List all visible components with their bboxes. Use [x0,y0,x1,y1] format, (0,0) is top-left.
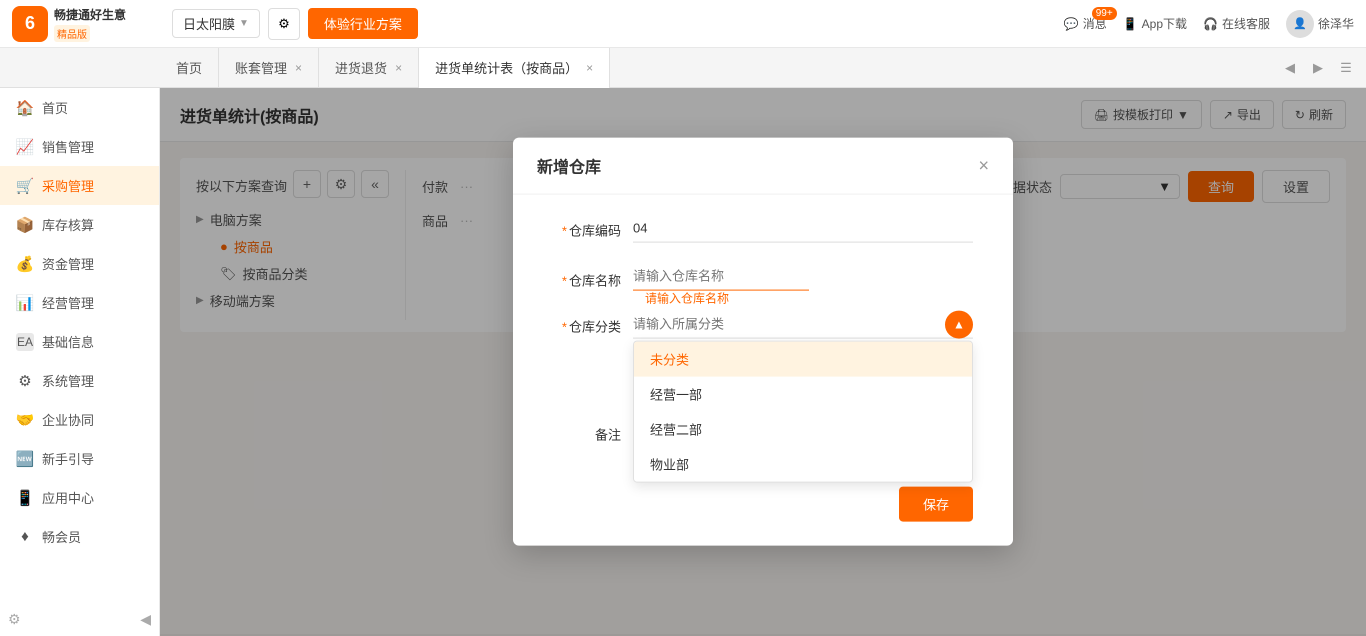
inventory-icon: 📦 [16,216,34,234]
sidebar-item-enterprise[interactable]: 🤝 企业协同 [0,400,159,439]
sidebar-item-purchase[interactable]: 🛒 采购管理 [0,166,159,205]
sidebar-settings-button[interactable]: ⚙ [8,611,21,628]
form-row-name: *仓库名称 请输入仓库名称 [553,263,973,291]
sidebar: 🏠 首页 📈 销售管理 🛒 采购管理 📦 库存核算 💰 资金管理 📊 经营管理 … [0,88,160,636]
gear-icon: ⚙ [278,16,290,32]
category-select-wrap: ▲ 未分类 经营一部 经营二部 物业部 [633,311,973,339]
beginner-icon: 🆕 [16,450,34,468]
user-item[interactable]: 👤 徐泽华 [1286,10,1354,38]
sidebar-item-inventory[interactable]: 📦 库存核算 [0,205,159,244]
app-center-icon: 📱 [16,489,34,507]
logo-icon: 6 [12,6,48,42]
header-right: 💬 消息 99+ 📱 App下载 🎧 在线客服 👤 徐泽华 [1064,10,1354,38]
code-input[interactable] [633,215,973,243]
sales-icon: 📈 [16,138,34,156]
purchase-icon: 🛒 [16,177,34,195]
top-header: 6 畅捷通好生意 精品版 日太阳膜 ▼ ⚙ 体验行业方案 💬 消息 99+ 📱 … [0,0,1366,48]
tab-home[interactable]: 首页 [160,48,219,88]
note-label: 备注 [553,419,633,444]
chevron-down-icon: ▼ [239,18,249,29]
tab-close-purchase-return[interactable]: × [395,61,402,75]
message-item[interactable]: 💬 消息 99+ [1064,15,1107,32]
sidebar-item-system[interactable]: ⚙ 系统管理 [0,361,159,400]
dropdown-item-uncategorized[interactable]: 未分类 [634,342,972,377]
operation-icon: 📊 [16,294,34,312]
sidebar-item-sales[interactable]: 📈 销售管理 [0,127,159,166]
headset-icon: 🎧 [1203,17,1218,31]
content-area: 进货单统计(按商品) 🖨 按模板打印 ▼ ↗ 导出 ↻ 刷新 [160,88,1366,636]
sidebar-expand-button[interactable]: ◀ [140,611,151,628]
tab-next-button[interactable]: ▶ [1306,56,1330,80]
basic-info-icon: EA [16,333,34,351]
name-input[interactable] [633,263,809,291]
dropdown-item-dept3[interactable]: 物业部 [634,447,972,482]
logo-text: 畅捷通好生意 精品版 [54,6,126,42]
main-layout: 🏠 首页 📈 销售管理 🛒 采购管理 📦 库存核算 💰 资金管理 📊 经营管理 … [0,88,1366,636]
sidebar-bottom: ⚙ ◀ [0,603,159,636]
mobile-icon: 📱 [1123,17,1138,31]
modal-title: 新增仓库 [537,154,601,178]
category-dropdown-button[interactable]: ▲ [945,311,973,339]
dropdown-item-dept2[interactable]: 经营二部 [634,412,972,447]
store-selector[interactable]: 日太阳膜 ▼ [172,9,260,38]
finance-icon: 💰 [16,255,34,273]
sidebar-item-app-center[interactable]: 📱 应用中心 [0,478,159,517]
header-middle: 日太阳膜 ▼ ⚙ 体验行业方案 [172,8,1064,40]
message-icon: 💬 [1064,17,1079,31]
sidebar-item-member[interactable]: ♦ 畅会员 [0,517,159,556]
sidebar-item-home[interactable]: 🏠 首页 [0,88,159,127]
online-service-item[interactable]: 🎧 在线客服 [1203,15,1270,32]
tab-prev-button[interactable]: ◀ [1278,56,1302,80]
modal-close-button[interactable]: × [978,155,989,176]
trial-button[interactable]: 体验行业方案 [308,8,418,39]
form-row-category: *仓库分类 ▲ 未分类 经营一部 经营二部 物业部 [553,311,973,339]
name-error-msg: 请输入仓库名称 [645,290,729,307]
sidebar-item-finance[interactable]: 💰 资金管理 [0,244,159,283]
sidebar-item-beginner[interactable]: 🆕 新手引导 [0,439,159,478]
tab-purchase-stats[interactable]: 进货单统计表（按商品） × [419,48,610,88]
system-icon: ⚙ [16,372,34,390]
tab-close-purchase-stats[interactable]: × [586,61,593,75]
modal-header: 新增仓库 × [513,138,1013,195]
add-warehouse-modal: 新增仓库 × *仓库编码 *仓库名称 [513,138,1013,546]
app-download-item[interactable]: 📱 App下载 [1123,15,1187,32]
save-button[interactable]: 保存 [899,487,973,522]
avatar: 👤 [1286,10,1314,38]
form-row-code: *仓库编码 [553,215,973,243]
sidebar-item-basic-info[interactable]: EA 基础信息 [0,322,159,361]
dropdown-item-dept1[interactable]: 经营一部 [634,377,972,412]
logo-area: 6 畅捷通好生意 精品版 [12,6,172,42]
gear-button[interactable]: ⚙ [268,8,300,40]
member-icon: ♦ [16,528,34,546]
tab-account[interactable]: 账套管理 × [219,48,319,88]
tab-purchase-return[interactable]: 进货退货 × [319,48,419,88]
modal-body: *仓库编码 *仓库名称 请输入仓库名称 [513,195,1013,487]
enterprise-icon: 🤝 [16,411,34,429]
tab-bar: 首页 账套管理 × 进货退货 × 进货单统计表（按商品） × ◀ ▶ ☰ [0,48,1366,88]
name-label: *仓库名称 [553,264,633,289]
category-input[interactable] [633,311,973,339]
home-icon: 🏠 [16,99,34,117]
category-dropdown: 未分类 经营一部 经营二部 物业部 [633,341,973,483]
tab-close-account[interactable]: × [295,61,302,75]
tab-controls: ◀ ▶ ☰ [1278,56,1366,80]
modal-footer: 保存 [513,487,1013,522]
code-label: *仓库编码 [553,215,633,240]
sidebar-item-operation[interactable]: 📊 经营管理 [0,283,159,322]
tab-menu-button[interactable]: ☰ [1334,56,1358,80]
category-label: *仓库分类 [553,311,633,336]
